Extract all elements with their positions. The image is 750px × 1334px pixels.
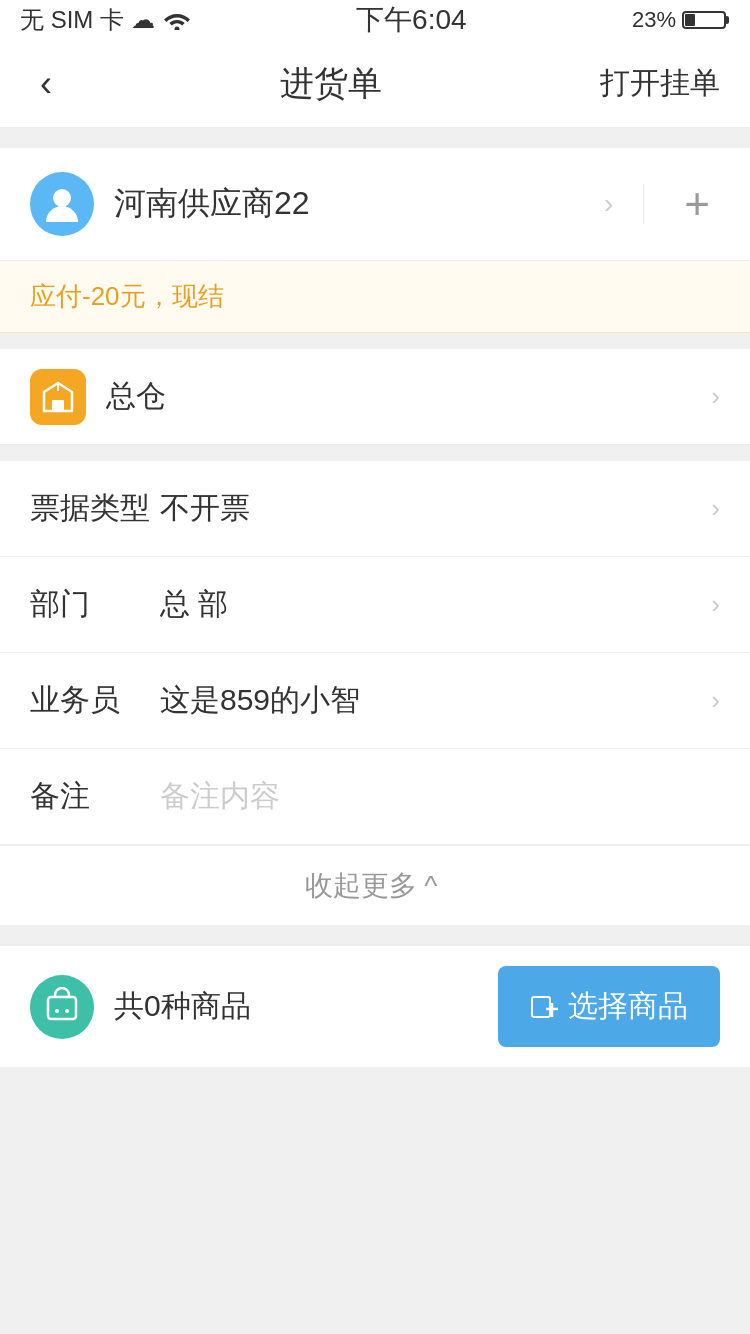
warehouse-label: 总仓 [106,376,711,417]
svg-point-4 [53,189,71,207]
wifi-icon [163,10,191,30]
supplier-chevron-icon: › [604,188,613,220]
svg-point-7 [55,1009,59,1013]
supplier-avatar [30,172,94,236]
remark-label: 备注 [30,776,160,817]
product-icon-bg [30,975,94,1039]
add-supplier-button[interactable]: + [674,179,720,229]
battery-text: 23% [632,7,676,33]
dept-label: 部门 [30,584,160,625]
page-title: 进货单 [280,61,382,107]
warehouse-row[interactable]: 总仓 › [0,349,750,445]
section-divider-1 [0,128,750,148]
sales-chevron-icon: › [711,685,720,716]
gray-fill [0,1067,750,1334]
nav-bar: ‹ 进货单 打开挂单 [0,40,750,128]
status-time: 下午6:04 [356,1,467,39]
remark-input[interactable]: 备注内容 [160,776,720,817]
svg-rect-5 [52,400,64,411]
department-row[interactable]: 部门 总 部 › [0,557,750,653]
signal-text: 无 SIM 卡 ☁ [20,4,155,36]
status-bar: 无 SIM 卡 ☁ 下午6:04 23% [0,0,750,40]
supplier-divider [643,184,644,224]
sales-value: 这是859的小智 [160,680,711,721]
section-divider-2 [0,333,750,349]
bottom-bar: 共0种商品 选择商品 [0,945,750,1067]
open-pending-button[interactable]: 打开挂单 [600,63,720,104]
section-divider-3 [0,445,750,461]
invoice-type-row[interactable]: 票据类型 不开票 › [0,461,750,557]
section-divider-4 [0,925,750,945]
select-product-button[interactable]: 选择商品 [498,966,720,1047]
svg-point-8 [65,1009,69,1013]
warehouse-chevron-icon: › [711,381,720,412]
dept-chevron-icon: › [711,589,720,620]
sales-rep-row[interactable]: 业务员 这是859的小智 › [0,653,750,749]
cart-icon [42,987,82,1027]
status-left: 无 SIM 卡 ☁ [20,4,191,36]
supplier-name: 河南供应商22 [114,182,604,226]
notice-bar: 应付-20元，现结 [0,261,750,333]
supplier-row[interactable]: 河南供应商22 › + [0,148,750,261]
sales-label: 业务员 [30,680,160,721]
invoice-label: 票据类型 [30,488,160,529]
svg-point-0 [174,27,179,31]
collapse-text: 收起更多 ^ [305,867,438,905]
collapse-more-button[interactable]: 收起更多 ^ [0,845,750,925]
svg-rect-3 [685,14,695,26]
battery-icon [682,9,730,31]
select-btn-label: 选择商品 [568,986,688,1027]
invoice-value: 不开票 [160,488,711,529]
remark-row[interactable]: 备注 备注内容 [0,749,750,845]
back-button[interactable]: ‹ [30,53,62,115]
invoice-chevron-icon: › [711,493,720,524]
warehouse-icon [41,380,75,414]
user-icon [42,184,82,224]
dept-value: 总 部 [160,584,711,625]
svg-rect-6 [48,997,76,1019]
status-right: 23% [632,7,730,33]
product-count-text: 共0种商品 [114,986,498,1027]
select-product-icon [530,993,558,1021]
warehouse-icon-bg [30,369,86,425]
notice-text: 应付-20元，现结 [30,281,224,311]
svg-rect-9 [532,997,550,1017]
svg-rect-2 [725,16,729,24]
